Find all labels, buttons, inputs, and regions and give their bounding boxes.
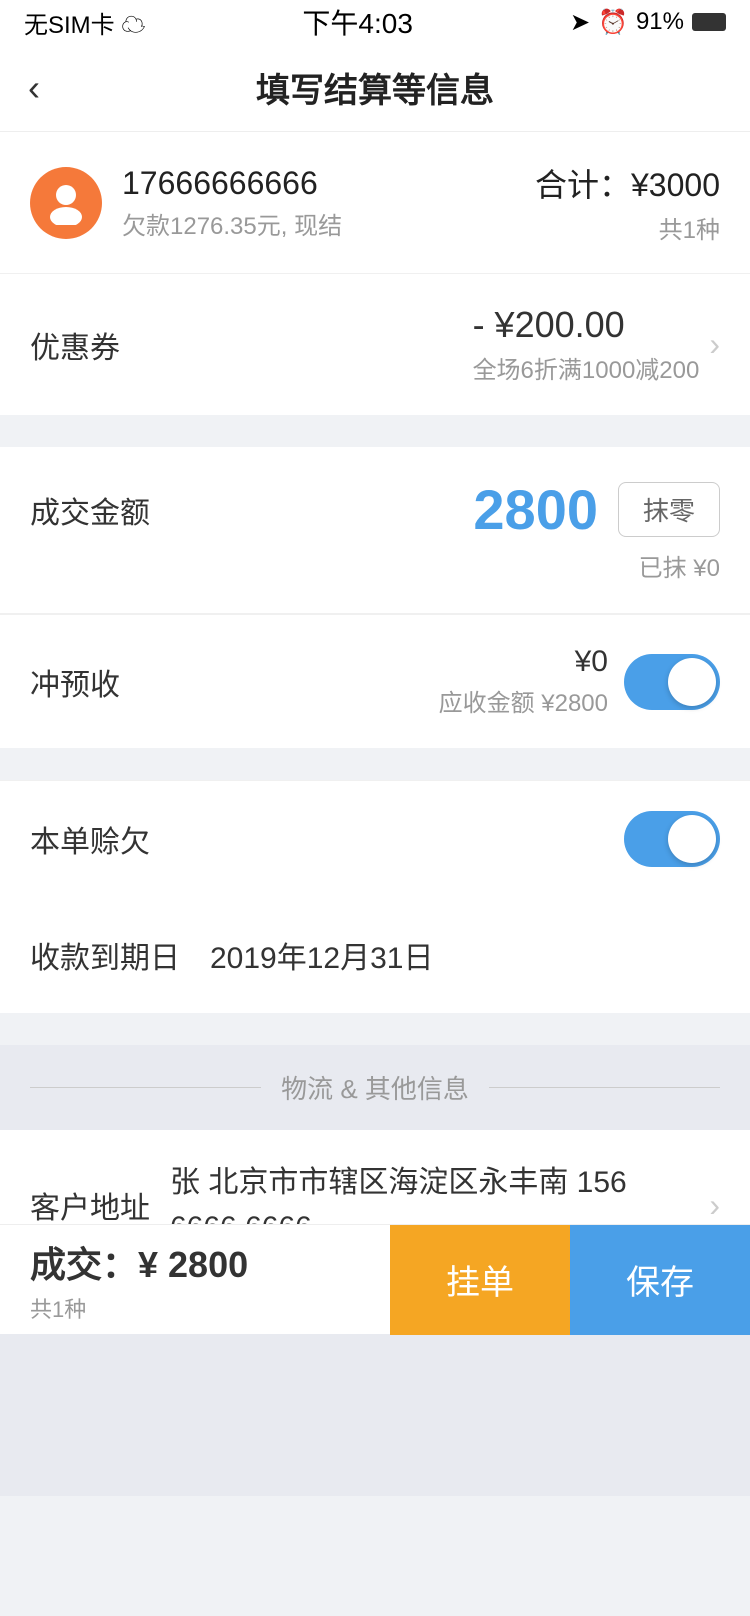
amount-row: 成交金额 2800 抹零 — [30, 477, 720, 542]
avatar — [30, 167, 102, 239]
footer-sub: 共1种 — [30, 1292, 360, 1324]
prepayment-value: ¥0 — [439, 645, 608, 679]
alarm-icon: ⏰ — [598, 8, 628, 37]
customer-info: 17666666666 欠款1276.35元, 现结 — [122, 165, 342, 241]
separator-2 — [0, 764, 750, 780]
amount-sub: 已抹 ¥0 — [30, 548, 720, 583]
round-button[interactable]: 抹零 — [618, 482, 720, 537]
footer: 成交：¥ 2800 共1种 挂单 保存 — [0, 1224, 750, 1334]
section-header-text: 物流 & 其他信息 — [281, 1069, 469, 1106]
prepayment-sub: 应收金额 ¥2800 — [439, 683, 608, 718]
content-area: 17666666666 欠款1276.35元, 现结 合计：¥3000 共1种 … — [0, 132, 750, 1616]
coupon-label: 优惠券 — [30, 323, 120, 367]
customer-left: 17666666666 欠款1276.35元, 现结 — [30, 165, 342, 241]
footer-info: 成交：¥ 2800 共1种 — [0, 1236, 390, 1324]
customer-subtext: 欠款1276.35元, 现结 — [122, 206, 342, 241]
coupon-detail: 全场6折满1000减200 — [473, 350, 700, 385]
coupon-row[interactable]: 优惠券 - ¥200.00 全场6折满1000减200 › — [0, 273, 750, 415]
prepayment-right: ¥0 应收金额 ¥2800 — [439, 645, 720, 718]
save-button[interactable]: 保存 — [570, 1225, 750, 1335]
amount-right: 2800 抹零 — [473, 477, 720, 542]
status-time: 下午4:03 — [302, 2, 413, 42]
coupon-amount: - ¥200.00 — [473, 304, 700, 346]
location-icon: ➤ — [570, 8, 590, 37]
duedate-label: 收款到期日 — [30, 933, 180, 977]
credit-toggle[interactable] — [624, 811, 720, 867]
header-line-left — [30, 1087, 261, 1088]
back-button[interactable]: ‹ — [28, 67, 40, 109]
amount-value: 2800 — [473, 477, 598, 542]
credit-card: 本单赊欠 收款到期日 2019年12月31日 — [0, 780, 750, 1013]
footer-transaction-value: ¥ 2800 — [138, 1244, 248, 1285]
page-title: 填写结算等信息 — [256, 63, 494, 112]
address-label: 客户地址 — [30, 1183, 150, 1227]
credit-right — [624, 811, 720, 867]
prepayment-info: ¥0 应收金额 ¥2800 — [439, 645, 608, 718]
total-sub: 共1种 — [535, 210, 720, 245]
prepayment-row: 冲预收 ¥0 应收金额 ¥2800 — [0, 614, 750, 748]
customer-row: 17666666666 欠款1276.35元, 现结 合计：¥3000 共1种 — [0, 132, 750, 273]
battery-label: 91% — [636, 8, 684, 36]
credit-label: 本单赊欠 — [30, 817, 150, 861]
status-right: ➤ ⏰ 91% — [570, 8, 726, 37]
prepayment-toggle[interactable] — [624, 654, 720, 710]
total-amount: 合计：¥3000 — [535, 160, 720, 206]
amount-label: 成交金额 — [30, 488, 150, 532]
status-left: 无SIM卡 ☁ — [24, 5, 145, 40]
amount-section: 成交金额 2800 抹零 已抹 ¥0 — [0, 447, 750, 614]
header-line-right — [489, 1087, 720, 1088]
pending-button[interactable]: 挂单 — [390, 1225, 570, 1335]
footer-transaction-row: 成交：¥ 2800 — [30, 1236, 360, 1288]
address-chevron-icon: › — [709, 1187, 720, 1224]
transaction-card: 成交金额 2800 抹零 已抹 ¥0 冲预收 ¥0 应收金额 ¥2800 — [0, 447, 750, 748]
duedate-row: 收款到期日 2019年12月31日 — [0, 897, 750, 1013]
toggle-knob — [668, 658, 716, 706]
battery-icon — [692, 13, 726, 31]
coupon-right: - ¥200.00 全场6折满1000减200 › — [473, 304, 720, 385]
nav-bar: ‹ 填写结算等信息 — [0, 44, 750, 132]
footer-transaction-label: 成交： — [30, 1244, 138, 1285]
status-bar: 无SIM卡 ☁ 下午4:03 ➤ ⏰ 91% — [0, 0, 750, 44]
customer-phone: 17666666666 — [122, 165, 342, 202]
section-header: 物流 & 其他信息 — [0, 1045, 750, 1130]
sim-label: 无SIM卡 ☁ — [24, 5, 145, 40]
separator-3 — [0, 1029, 750, 1045]
credit-toggle-knob — [668, 815, 716, 863]
prepayment-label: 冲预收 — [30, 660, 120, 704]
duedate-value: 2019年12月31日 — [210, 933, 433, 977]
chevron-right-icon: › — [709, 326, 720, 363]
credit-row: 本单赊欠 — [0, 780, 750, 897]
separator-1 — [0, 431, 750, 447]
customer-card: 17666666666 欠款1276.35元, 现结 合计：¥3000 共1种 … — [0, 132, 750, 415]
customer-right: 合计：¥3000 共1种 — [535, 160, 720, 245]
